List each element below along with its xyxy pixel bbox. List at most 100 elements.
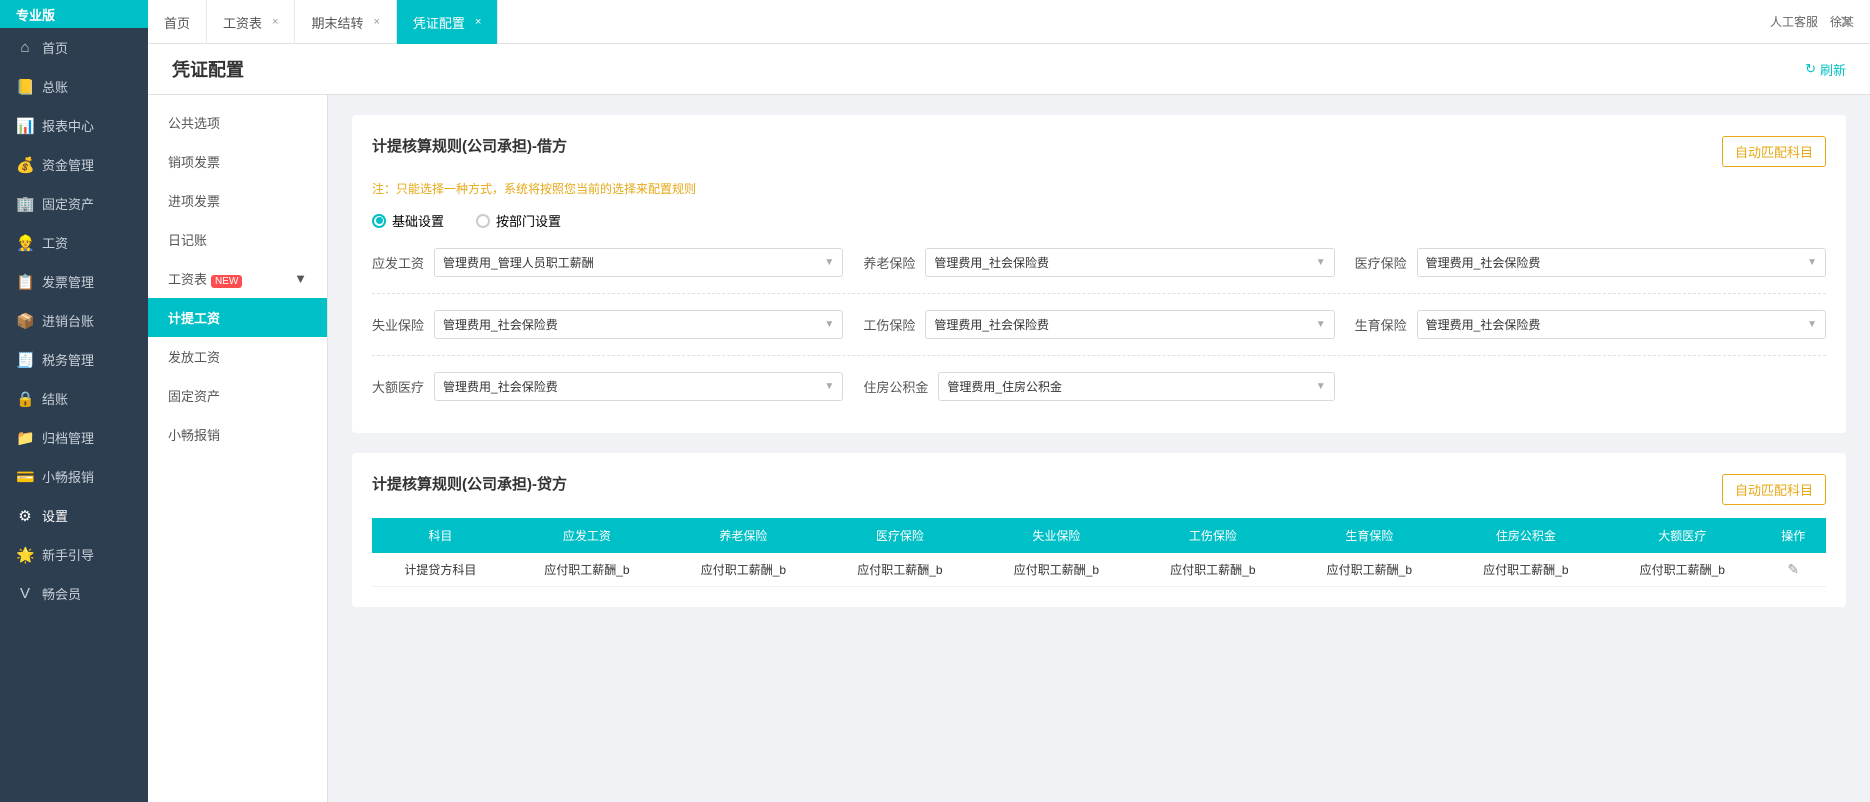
sidebar-item-purchase_sales[interactable]: 📦 进销台账 — [0, 301, 148, 340]
tab-close-payroll[interactable]: × — [272, 16, 278, 28]
tab-close-period_close[interactable]: × — [373, 16, 379, 28]
sidebar-item-payroll[interactable]: 👷 工资 — [0, 223, 148, 262]
form-select-value-0-1: 管理费用_社会保险费 — [934, 254, 1311, 271]
form-label-0-2: 医疗保险 — [1355, 253, 1407, 272]
refresh-button[interactable]: ↻ 刷新 — [1805, 60, 1846, 79]
sidebar-icon-closing: 🔒 — [16, 390, 34, 408]
main-area: 首页工资表×期末结转×凭证配置× 人工客服 徐某 ✕ 凭证配置 ↻ 刷新 公共选… — [148, 0, 1870, 802]
section-debit: 计提核算规则(公司承担)-借方 自动匹配科目 注：只能选择一种方式，系统将按照您… — [352, 115, 1846, 433]
table-cell-0-1: 应付职工薪酬_b — [509, 553, 665, 587]
sidebar-item-home[interactable]: ⌂ 首页 — [0, 28, 148, 67]
left-nav-label-issue_payroll: 发放工资 — [168, 347, 220, 366]
chevron-down-icon: ▼ — [1316, 319, 1326, 330]
sidebar-item-xiaochang_expense[interactable]: 💳 小畅报销 — [0, 457, 148, 496]
main-content: 计提核算规则(公司承担)-借方 自动匹配科目 注：只能选择一种方式，系统将按照您… — [328, 95, 1870, 802]
radio-basic-setup[interactable]: 基础设置 — [372, 211, 444, 230]
sidebar-item-fund_management[interactable]: 💰 资金管理 — [0, 145, 148, 184]
form-row-1-1: 工伤保险 管理费用_社会保险费 ▼ — [863, 310, 1334, 339]
tab-payroll[interactable]: 工资表× — [207, 0, 295, 44]
user-service-label: 人工客服 — [1770, 13, 1818, 30]
form-label-2-1: 住房公积金 — [863, 377, 928, 396]
radio-group: 基础设置 按部门设置 — [372, 211, 1826, 230]
sidebar-item-invoice_management[interactable]: 📋 发票管理 — [0, 262, 148, 301]
form-select-2-1[interactable]: 管理费用_住房公积金 ▼ — [938, 372, 1334, 401]
chevron-down-icon: ▼ — [824, 319, 834, 330]
chevron-down-icon: ▼ — [824, 381, 834, 392]
edit-icon[interactable]: ✎ — [1787, 561, 1799, 577]
sidebar-item-settings[interactable]: ⚙ 设置 — [0, 496, 148, 535]
form-grid-row-0: 应发工资 管理费用_管理人员职工薪酬 ▼ 养老保险 管理费用_社会保险费 ▼ 医… — [372, 248, 1826, 277]
form-row-2-0: 大额医疗 管理费用_社会保险费 ▼ — [372, 372, 843, 401]
form-label-0-1: 养老保险 — [863, 253, 915, 272]
chevron-down-icon: ▼ — [1316, 257, 1326, 268]
form-select-value-2-1: 管理费用_住房公积金 — [947, 378, 1311, 395]
left-nav-purchase_invoice[interactable]: 进项发票 — [148, 181, 327, 220]
form-row-2-1: 住房公积金 管理费用_住房公积金 ▼ — [863, 372, 1334, 401]
left-nav-accrual_payroll[interactable]: 计提工资 — [148, 298, 327, 337]
table-row: 计提贷方科目应付职工薪酬_b应付职工薪酬_b应付职工薪酬_b应付职工薪酬_b应付… — [372, 553, 1826, 587]
left-nav-label-public_options: 公共选项 — [168, 113, 220, 132]
sidebar-label-payroll: 工资 — [42, 233, 68, 252]
form-select-value-2-0: 管理费用_社会保险费 — [443, 378, 820, 395]
left-nav-journal[interactable]: 日记账 — [148, 220, 327, 259]
sidebar-item-tax_management[interactable]: 🧾 税务管理 — [0, 340, 148, 379]
sidebar-item-fixed_assets[interactable]: 🏢 固定资产 — [0, 184, 148, 223]
table-header-9: 操作 — [1761, 518, 1826, 553]
app-edition: 专业版 — [0, 0, 148, 28]
sidebar-label-general_ledger: 总账 — [42, 77, 68, 96]
sidebar-label-invoice_management: 发票管理 — [42, 272, 94, 291]
form-select-1-0[interactable]: 管理费用_社会保险费 ▼ — [434, 310, 843, 339]
sidebar-item-general_ledger[interactable]: 📒 总账 — [0, 67, 148, 106]
left-nav-public_options[interactable]: 公共选项 — [148, 103, 327, 142]
form-select-value-1-2: 管理费用_社会保险费 — [1426, 316, 1803, 333]
tab-close-voucher_config[interactable]: × — [475, 16, 481, 28]
close-window-button[interactable]: ✕ — [1839, 12, 1854, 33]
left-nav-payroll_table[interactable]: 工资表NEW▼ — [148, 259, 327, 298]
sidebar-label-fund_management: 资金管理 — [42, 155, 94, 174]
sidebar-icon-member: V — [16, 585, 34, 602]
sidebar-icon-home: ⌂ — [16, 39, 34, 56]
form-select-1-1[interactable]: 管理费用_社会保险费 ▼ — [925, 310, 1334, 339]
sidebar-icon-payroll: 👷 — [16, 234, 34, 252]
tab-voucher_config[interactable]: 凭证配置× — [397, 0, 498, 44]
left-nav-issue_payroll[interactable]: 发放工资 — [148, 337, 327, 376]
sidebar-item-archive[interactable]: 📁 归档管理 — [0, 418, 148, 457]
expand-icon-payroll_table: ▼ — [294, 271, 307, 286]
left-nav-label-sales_invoice: 销项发票 — [168, 152, 220, 171]
table-cell-0-7: 应付职工薪酬_b — [1448, 553, 1604, 587]
form-select-0-1[interactable]: 管理费用_社会保险费 ▼ — [925, 248, 1334, 277]
sidebar-icon-tax_management: 🧾 — [16, 351, 34, 369]
sidebar-item-new_user_guide[interactable]: 🌟 新手引导 — [0, 535, 148, 574]
tab-period_close[interactable]: 期末结转× — [295, 0, 396, 44]
sidebar-icon-fund_management: 💰 — [16, 156, 34, 174]
section1-header: 计提核算规则(公司承担)-借方 自动匹配科目 — [372, 135, 1826, 168]
left-nav-label-xiaochang_expense: 小畅报销 — [168, 425, 220, 444]
sidebar-item-closing[interactable]: 🔒 结账 — [0, 379, 148, 418]
section1-title: 计提核算规则(公司承担)-借方 — [372, 135, 567, 156]
form-select-0-0[interactable]: 管理费用_管理人员职工薪酬 ▼ — [434, 248, 843, 277]
auto-match-button-2[interactable]: 自动匹配科目 — [1722, 474, 1826, 505]
radio-dept-setup[interactable]: 按部门设置 — [476, 211, 561, 230]
form-row-1-2: 生育保险 管理费用_社会保险费 ▼ — [1355, 310, 1826, 339]
sidebar-icon-settings: ⚙ — [16, 507, 34, 525]
auto-match-button-1[interactable]: 自动匹配科目 — [1722, 136, 1826, 167]
section2-header: 计提核算规则(公司承担)-贷方 自动匹配科目 — [372, 473, 1826, 506]
sidebar-icon-general_ledger: 📒 — [16, 78, 34, 96]
sidebar-icon-xiaochang_expense: 💳 — [16, 468, 34, 486]
form-select-2-0[interactable]: 管理费用_社会保险费 ▼ — [434, 372, 843, 401]
table-action-0[interactable]: ✎ — [1761, 553, 1826, 587]
form-row-0-0: 应发工资 管理费用_管理人员职工薪酬 ▼ — [372, 248, 843, 277]
left-nav-sales_invoice[interactable]: 销项发票 — [148, 142, 327, 181]
left-nav-xiaochang_expense[interactable]: 小畅报销 — [148, 415, 327, 454]
new-badge-payroll_table: NEW — [211, 275, 242, 288]
form-select-0-2[interactable]: 管理费用_社会保险费 ▼ — [1417, 248, 1826, 277]
sidebar-item-report_center[interactable]: 📊 报表中心 — [0, 106, 148, 145]
tab-home[interactable]: 首页 — [148, 0, 207, 44]
form-select-1-2[interactable]: 管理费用_社会保险费 ▼ — [1417, 310, 1826, 339]
form-row-1-0: 失业保险 管理费用_社会保险费 ▼ — [372, 310, 843, 339]
sidebar-item-member[interactable]: V 畅会员 — [0, 574, 148, 613]
left-nav-fixed_assets[interactable]: 固定资产 — [148, 376, 327, 415]
topbar: 首页工资表×期末结转×凭证配置× 人工客服 徐某 ✕ — [148, 0, 1870, 44]
table-cell-0-2: 应付职工薪酬_b — [665, 553, 821, 587]
table-header-7: 住房公积金 — [1448, 518, 1604, 553]
